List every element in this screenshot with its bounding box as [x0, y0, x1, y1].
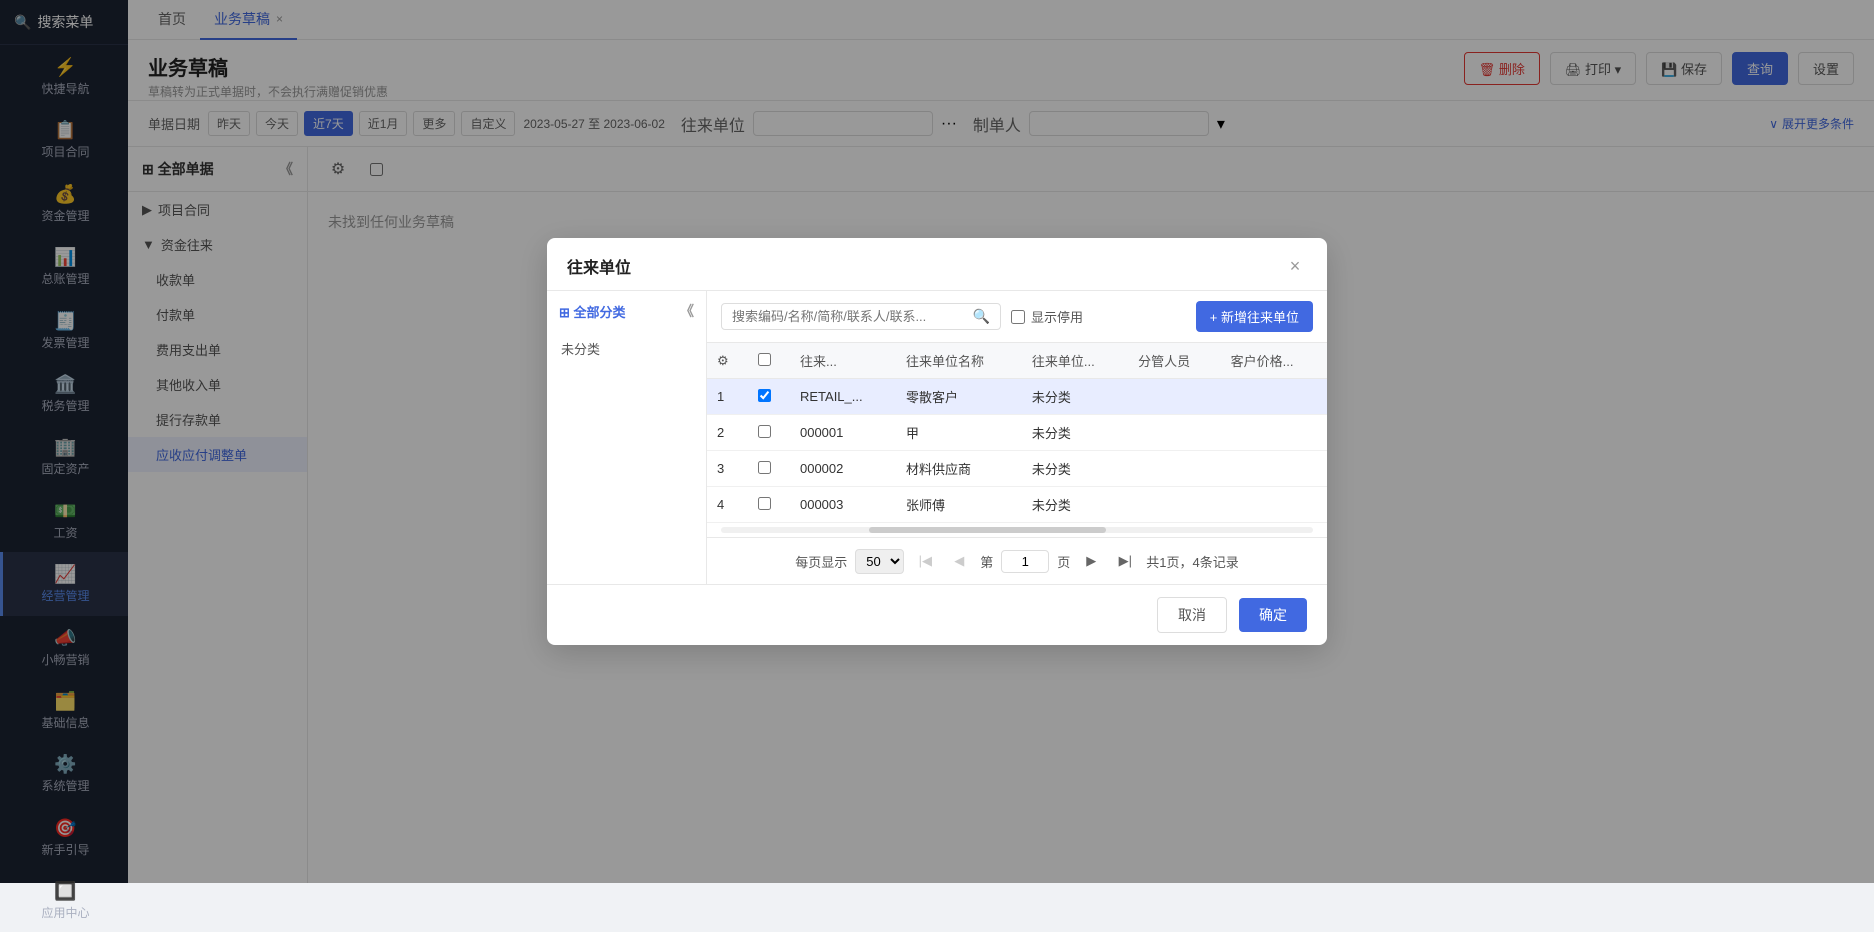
per-page-select[interactable]: 50 [855, 549, 904, 574]
col-checkbox [748, 343, 790, 379]
row-name: 材料供应商 [896, 451, 1022, 487]
category-item-uncategorized[interactable]: 未分类 [547, 331, 706, 366]
row-category: 未分类 [1022, 487, 1128, 523]
table-select-all[interactable] [758, 353, 771, 366]
dialog-table: ⚙ 往来... 往来单位名称 往来单位... 分管人员 客户价格... [707, 343, 1327, 523]
partner-search-box: 🔍 [721, 303, 1001, 330]
page-prefix-label: 第 [980, 552, 993, 571]
category-panel: ⊞ 全部分类 《 未分类 [547, 291, 707, 584]
scroll-thumb[interactable] [869, 527, 1106, 533]
col-settings: ⚙ [707, 343, 748, 379]
dialog-footer: 取消 确定 [547, 584, 1327, 645]
row-name: 张师傅 [896, 487, 1022, 523]
confirm-button[interactable]: 确定 [1239, 598, 1307, 632]
dialog-overlay[interactable]: 往来单位 × ⊞ 全部分类 《 未分类 [0, 0, 1874, 883]
row-category: 未分类 [1022, 379, 1128, 415]
row-checkbox[interactable] [748, 415, 790, 451]
row-manager [1128, 379, 1220, 415]
scroll-track [721, 527, 1313, 533]
dialog-header: 往来单位 × [547, 238, 1327, 291]
category-title: ⊞ 全部分类 [559, 302, 626, 321]
col-name: 往来单位名称 [896, 343, 1022, 379]
dialog-toolbar: 🔍 显示停用 + 新增往来单位 [707, 291, 1327, 343]
apps-icon: 🔲 [54, 881, 76, 902]
row-checkbox[interactable] [748, 379, 790, 415]
partner-search-input[interactable] [732, 309, 967, 324]
add-partner-button[interactable]: + 新增往来单位 [1196, 301, 1313, 332]
dialog-pagination: 每页显示 50 |◀ ◀ 第 页 ▶ ▶| 共1页，4条记录 [707, 537, 1327, 584]
table-row[interactable]: 2 000001 甲 未分类 [707, 415, 1327, 451]
row-code: 000001 [790, 415, 896, 451]
row-index: 3 [707, 451, 748, 487]
search-icon: 🔍 [973, 308, 990, 325]
row-name: 甲 [896, 415, 1022, 451]
page-suffix-label: 页 [1057, 552, 1070, 571]
cancel-button[interactable]: 取消 [1157, 597, 1227, 633]
row-manager [1128, 451, 1220, 487]
row-index: 2 [707, 415, 748, 451]
show-disabled-option[interactable]: 显示停用 [1011, 307, 1083, 326]
show-disabled-label: 显示停用 [1031, 307, 1083, 326]
next-page-btn[interactable]: ▶ [1078, 548, 1104, 574]
row-price [1221, 487, 1327, 523]
current-page-input[interactable] [1001, 550, 1049, 573]
partner-dialog: 往来单位 × ⊞ 全部分类 《 未分类 [547, 238, 1327, 645]
row-price [1221, 415, 1327, 451]
last-page-btn[interactable]: ▶| [1112, 548, 1138, 574]
row-code: 000002 [790, 451, 896, 487]
col-category: 往来单位... [1022, 343, 1128, 379]
row-price [1221, 451, 1327, 487]
col-manager: 分管人员 [1128, 343, 1220, 379]
table-header-row: ⚙ 往来... 往来单位名称 往来单位... 分管人员 客户价格... [707, 343, 1327, 379]
row-code: 000003 [790, 487, 896, 523]
category-collapse-btn[interactable]: 《 [680, 301, 694, 321]
row-category: 未分类 [1022, 451, 1128, 487]
dialog-right: 🔍 显示停用 + 新增往来单位 ⚙ [707, 291, 1327, 584]
col-price: 客户价格... [1221, 343, 1327, 379]
row-checkbox[interactable] [748, 487, 790, 523]
table-row[interactable]: 3 000002 材料供应商 未分类 [707, 451, 1327, 487]
dialog-body: ⊞ 全部分类 《 未分类 🔍 显示停用 [547, 291, 1327, 584]
col-code: 往来... [790, 343, 896, 379]
row-category: 未分类 [1022, 415, 1128, 451]
row-index: 4 [707, 487, 748, 523]
prev-page-btn[interactable]: ◀ [946, 548, 972, 574]
row-name: 零散客户 [896, 379, 1022, 415]
table-row[interactable]: 1 RETAIL_... 零散客户 未分类 [707, 379, 1327, 415]
row-checkbox[interactable] [748, 451, 790, 487]
show-disabled-checkbox[interactable] [1011, 310, 1025, 324]
first-page-btn[interactable]: |◀ [912, 548, 938, 574]
row-code: RETAIL_... [790, 379, 896, 415]
row-index: 1 [707, 379, 748, 415]
row-price [1221, 379, 1327, 415]
table-row[interactable]: 4 000003 张师傅 未分类 [707, 487, 1327, 523]
dialog-close-button[interactable]: × [1283, 254, 1307, 278]
total-info: 共1页，4条记录 [1146, 552, 1238, 571]
grid-icon: ⊞ [559, 305, 570, 320]
dialog-title: 往来单位 [567, 254, 631, 278]
row-manager [1128, 415, 1220, 451]
row-manager [1128, 487, 1220, 523]
per-page-label: 每页显示 [795, 552, 847, 571]
sidebar-item-label: 应用中心 [41, 906, 89, 920]
category-header: ⊞ 全部分类 《 [547, 291, 706, 331]
